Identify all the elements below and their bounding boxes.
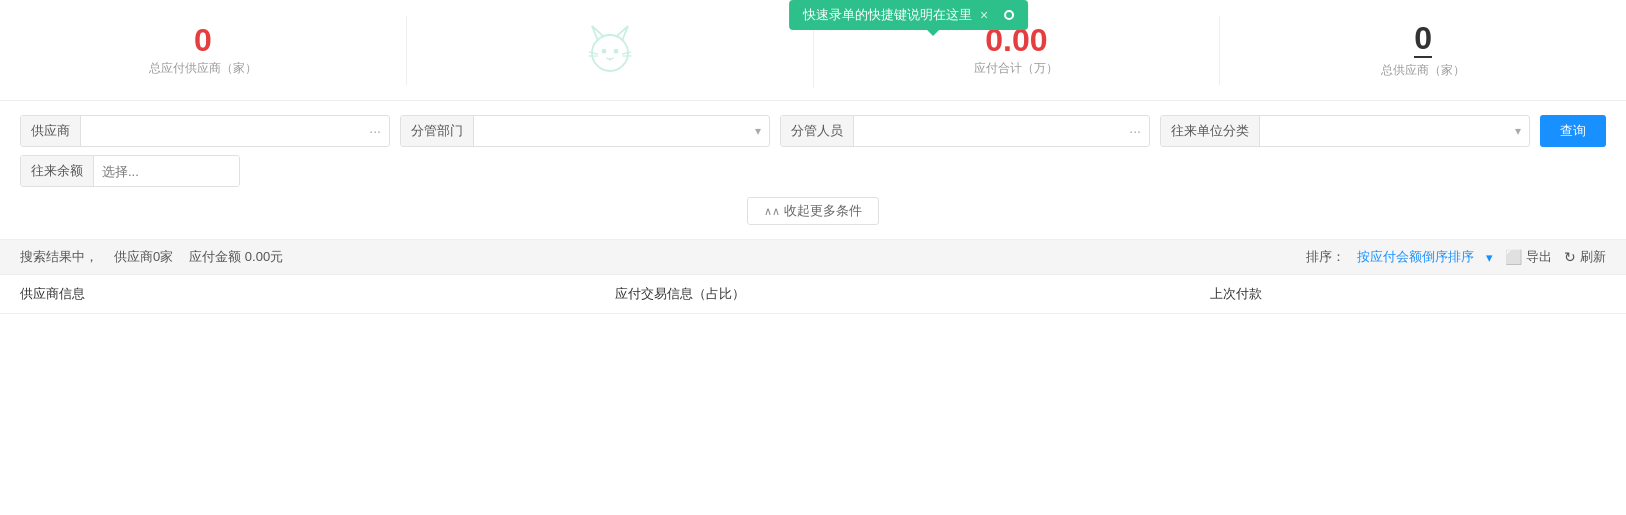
- filter-bar: 供应商 ··· 分管部门 ▾ 分管人员 ··· 往来单位分类 ▾ 查询 往来余额: [0, 101, 1626, 240]
- dept-filter-label: 分管部门: [401, 116, 474, 146]
- export-label: 导出: [1526, 248, 1552, 266]
- balance-filter[interactable]: 往来余额 ▾: [20, 155, 240, 187]
- svg-line-4: [589, 52, 598, 54]
- export-icon: ⬜: [1505, 249, 1522, 265]
- table-header: 供应商信息 应付交易信息（占比） 上次付款: [0, 275, 1626, 314]
- export-button[interactable]: ⬜ 导出: [1505, 248, 1552, 266]
- results-bar: 搜索结果中， 供应商0家 应付金额 0.00元 排序： 按应付会额倒序排序 ▾ …: [0, 240, 1626, 275]
- results-info: 搜索结果中， 供应商0家 应付金额 0.00元: [20, 248, 283, 266]
- dept-input[interactable]: [474, 116, 747, 146]
- person-filter[interactable]: 分管人员 ···: [780, 115, 1150, 147]
- svg-point-2: [613, 49, 618, 54]
- unit-type-filter[interactable]: 往来单位分类 ▾: [1160, 115, 1530, 147]
- supplier-dots[interactable]: ···: [361, 123, 389, 139]
- person-input[interactable]: [854, 116, 1121, 146]
- unit-type-chevron[interactable]: ▾: [1507, 124, 1529, 138]
- col-last-payment-header: 上次付款: [1210, 285, 1607, 303]
- filter-row-1: 供应商 ··· 分管部门 ▾ 分管人员 ··· 往来单位分类 ▾ 查询: [20, 115, 1606, 147]
- stat-total-suppliers: 0 总供应商（家）: [1220, 14, 1626, 87]
- tooltip-close-btn[interactable]: ×: [980, 7, 988, 23]
- unit-type-input[interactable]: [1260, 116, 1507, 146]
- tooltip-text: 快速录单的快捷键说明在这里: [803, 6, 972, 24]
- total-suppliers-count: 0: [1414, 22, 1432, 58]
- refresh-label: 刷新: [1580, 248, 1606, 266]
- stat-total-payable-suppliers: 0 总应付供应商（家）: [0, 16, 407, 85]
- tooltip-indicator: [1004, 10, 1014, 20]
- sort-label: 排序：: [1306, 248, 1345, 266]
- dept-filter[interactable]: 分管部门 ▾: [400, 115, 770, 147]
- balance-filter-label: 往来余额: [21, 156, 94, 186]
- dept-chevron[interactable]: ▾: [747, 124, 769, 138]
- filter-row-2: 往来余额 ▾: [20, 155, 1606, 187]
- refresh-button[interactable]: ↻ 刷新: [1564, 248, 1606, 266]
- col-transaction-header: 应付交易信息（占比）: [615, 285, 1210, 303]
- total-payable-suppliers-count: 0: [194, 24, 212, 56]
- cat-icon: [580, 20, 640, 80]
- supplier-input[interactable]: [81, 116, 361, 146]
- cat-icon-block: [407, 12, 814, 88]
- total-suppliers-label: 总供应商（家）: [1381, 62, 1465, 79]
- collapse-button[interactable]: ∧∧ 收起更多条件: [747, 197, 879, 225]
- supplier-filter[interactable]: 供应商 ···: [20, 115, 390, 147]
- person-dots[interactable]: ···: [1121, 123, 1149, 139]
- collapse-label: 收起更多条件: [784, 202, 862, 220]
- payable-amount-label: 应付金额 0.00元: [189, 248, 283, 266]
- supplier-filter-label: 供应商: [21, 116, 81, 146]
- person-filter-label: 分管人员: [781, 116, 854, 146]
- collapse-row: ∧∧ 收起更多条件: [20, 191, 1606, 231]
- total-payable-suppliers-label: 总应付供应商（家）: [149, 60, 257, 77]
- search-result-label: 搜索结果中，: [20, 248, 98, 266]
- svg-point-1: [601, 49, 606, 54]
- tooltip-popup: 快速录单的快捷键说明在这里 ×: [789, 0, 1028, 30]
- sort-value[interactable]: 按应付会额倒序排序: [1357, 248, 1474, 266]
- balance-select[interactable]: [94, 156, 240, 186]
- supplier-count-label: 供应商0家: [114, 248, 173, 266]
- svg-line-6: [622, 52, 631, 54]
- chevron-up-icon: ∧∧: [764, 205, 780, 218]
- refresh-icon: ↻: [1564, 249, 1576, 265]
- col-supplier-info-header: 供应商信息: [20, 285, 615, 303]
- sort-chevron-icon[interactable]: ▾: [1486, 250, 1493, 265]
- unit-type-filter-label: 往来单位分类: [1161, 116, 1260, 146]
- table-body: [0, 314, 1626, 515]
- results-actions: 排序： 按应付会额倒序排序 ▾ ⬜ 导出 ↻ 刷新: [1306, 248, 1606, 266]
- stats-bar: 0 总应付供应商（家） 0.00 应付合计（万） 快速录单的快捷键说明在这里 ×: [0, 0, 1626, 101]
- query-button[interactable]: 查询: [1540, 115, 1606, 147]
- payable-total-label: 应付合计（万）: [974, 60, 1058, 77]
